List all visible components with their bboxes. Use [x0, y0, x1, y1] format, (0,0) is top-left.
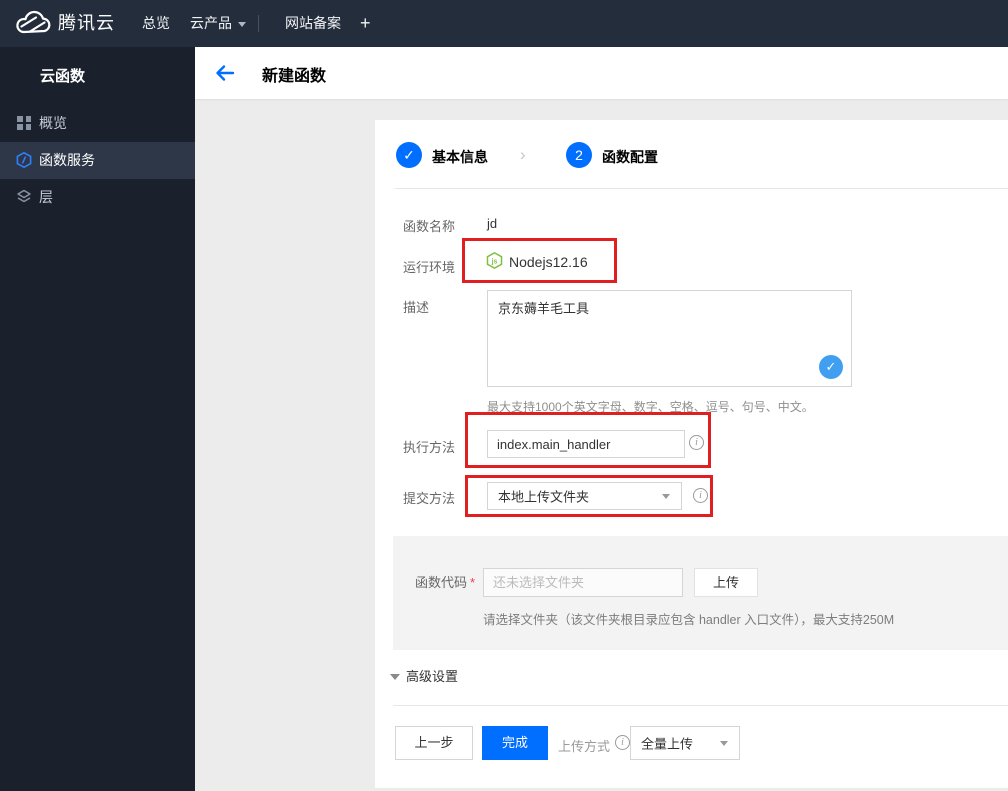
function-hexagon-icon [16, 152, 32, 168]
nodejs-icon: js [486, 252, 503, 269]
sidebar-title: 云函数 [40, 68, 86, 85]
brand-name[interactable]: 腾讯云 [58, 0, 115, 47]
create-function-panel: ✓ 基本信息 › 2 函数配置 函数名称 jd 运行环境 js Nodejs12… [375, 120, 1008, 788]
nav-item-website-filing[interactable]: 网站备案 [285, 0, 341, 47]
step-chevron-icon: › [520, 145, 526, 164]
runtime-value: Nodejs12.16 [509, 254, 588, 270]
description-textarea[interactable]: 京东薅羊毛工具 ✓ [487, 290, 852, 387]
folder-path-input[interactable] [483, 568, 683, 597]
step2-label: 函数配置 [602, 149, 658, 165]
handler-label: 执行方法 [403, 440, 456, 455]
nav-item-cloud-products[interactable]: 云产品 [190, 0, 246, 47]
step1-label: 基本信息 [432, 149, 488, 165]
upload-mode-value: 全量上传 [641, 736, 694, 752]
handler-input[interactable] [487, 430, 685, 458]
function-name-value: jd [487, 216, 498, 231]
chevron-down-icon [238, 21, 246, 27]
steps-divider [395, 188, 1008, 189]
navbar-divider [258, 15, 259, 32]
runtime-label: 运行环境 [403, 260, 456, 275]
svg-text:js: js [491, 258, 498, 265]
submit-method-label: 提交方法 [403, 491, 456, 506]
finish-button[interactable]: 完成 [482, 726, 548, 760]
sidebar-item-function-service[interactable]: 函数服务 [0, 142, 195, 179]
layers-icon [17, 189, 31, 203]
description-hint: 最大支持1000个英文字母、数字、空格、逗号、句号、中文。 [487, 400, 814, 414]
submit-method-info-icon[interactable] [693, 488, 708, 503]
upload-button[interactable]: 上传 [694, 568, 758, 597]
arrow-left-icon[interactable] [213, 61, 237, 85]
required-asterisk: * [470, 575, 476, 590]
submit-method-dropdown[interactable]: 本地上传文件夹 [487, 482, 682, 510]
upload-mode-dropdown[interactable]: 全量上传 [630, 726, 740, 760]
description-label: 描述 [403, 300, 430, 315]
sidebar: 云函数 概览 函数服务 层 [0, 47, 195, 791]
step2-number: 2 [566, 142, 592, 168]
chevron-down-icon [720, 741, 728, 746]
footer-divider [393, 705, 1008, 706]
function-name-label: 函数名称 [403, 219, 456, 234]
sidebar-item-label: 概览 [39, 115, 67, 131]
grid-icon [17, 116, 31, 130]
nav-item-overview[interactable]: 总览 [142, 0, 170, 47]
chevron-down-icon [662, 494, 670, 499]
triangle-down-icon [390, 674, 400, 680]
valid-check-icon: ✓ [819, 355, 843, 379]
sidebar-item-label: 层 [39, 189, 53, 205]
submit-method-value: 本地上传文件夹 [498, 489, 590, 505]
upload-mode-info-icon[interactable] [615, 735, 630, 750]
upload-mode-label: 上传方式 [558, 739, 611, 754]
previous-step-button[interactable]: 上一步 [395, 726, 473, 760]
sidebar-item-overview[interactable]: 概览 [0, 105, 195, 142]
sidebar-item-layers[interactable]: 层 [0, 179, 195, 216]
tencent-cloud-logo-icon[interactable] [14, 10, 52, 37]
page-title: 新建函数 [262, 68, 327, 85]
advanced-settings-label: 高级设置 [406, 669, 459, 684]
description-value: 京东薅羊毛工具 [498, 301, 590, 316]
sidebar-item-label: 函数服务 [39, 152, 95, 168]
advanced-settings-toggle[interactable]: 高级设置 [390, 666, 458, 685]
step1-done-check-icon: ✓ [396, 142, 422, 168]
page-header: 新建函数 [195, 47, 1008, 99]
top-navbar: 腾讯云 总览 云产品 网站备案 + [0, 0, 1008, 47]
function-code-hint: 请选择文件夹（该文件夹根目录应包含 handler 入口文件），最大支持250M [483, 613, 895, 627]
handler-info-icon[interactable] [689, 435, 704, 450]
add-tab-button[interactable]: + [360, 0, 371, 47]
